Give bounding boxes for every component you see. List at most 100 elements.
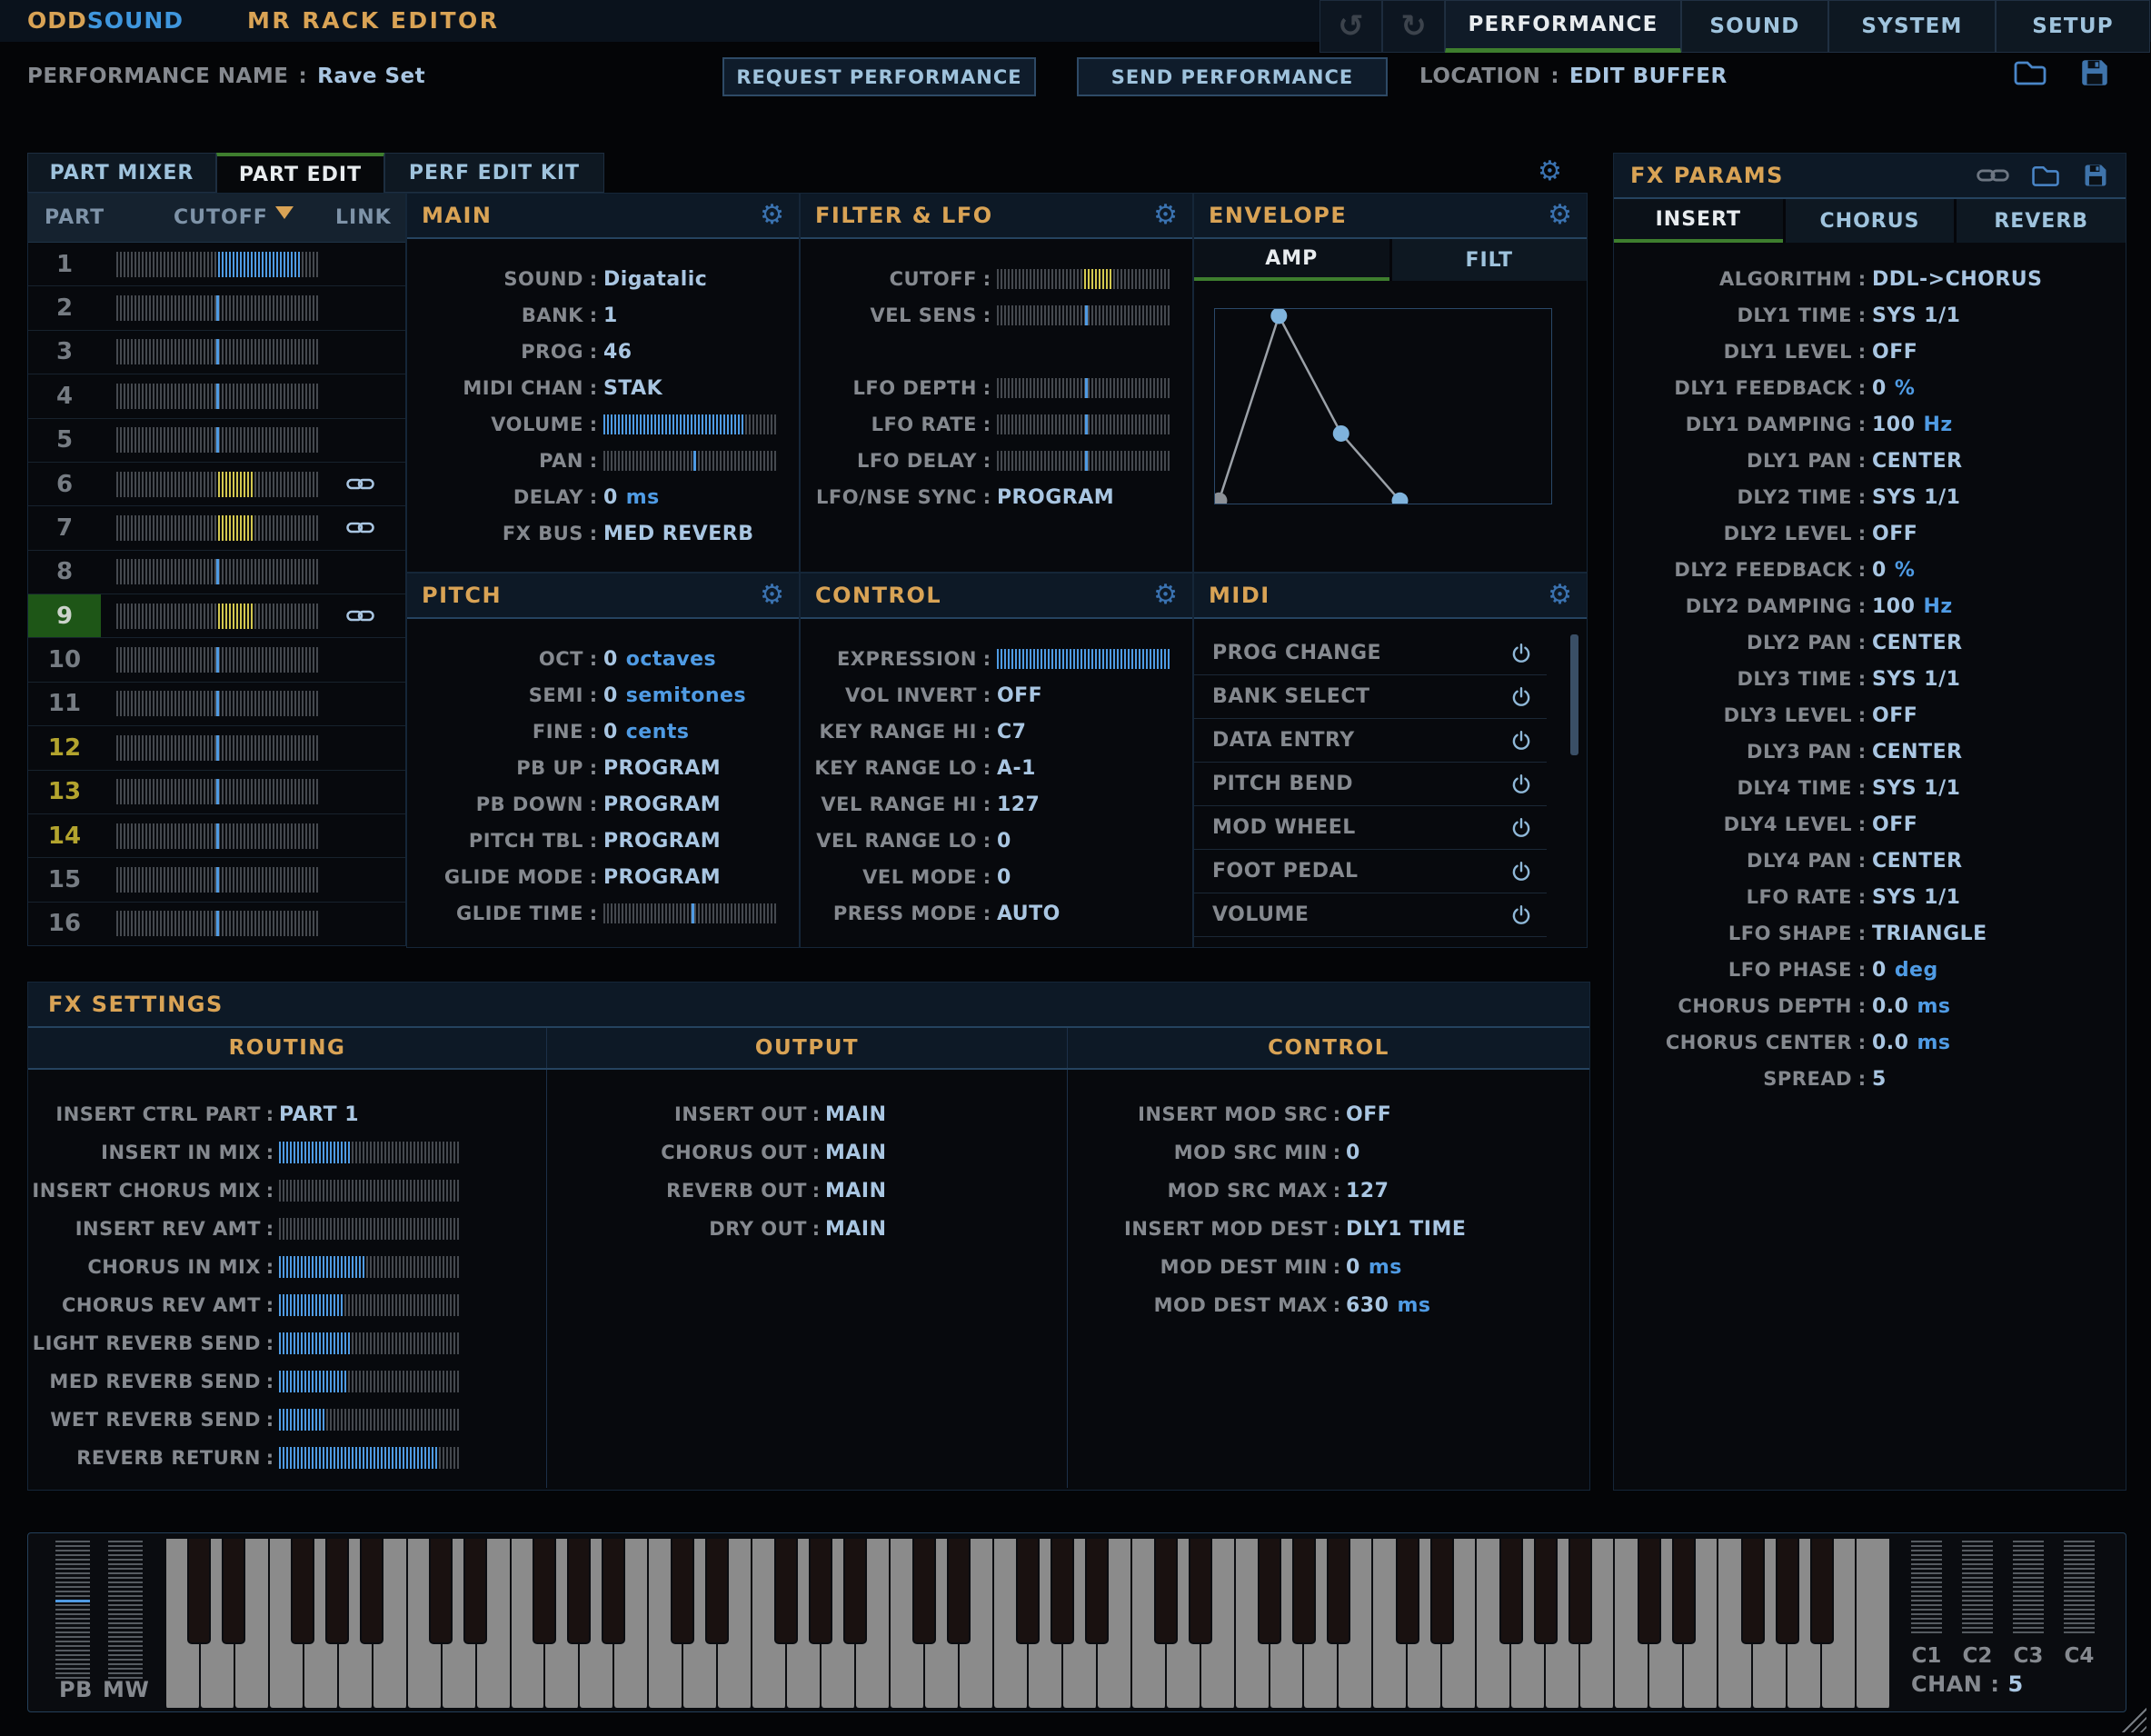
piano-key-black[interactable]	[1501, 1539, 1521, 1642]
part-row[interactable]: 9	[28, 594, 405, 639]
piano-key-black[interactable]	[811, 1539, 831, 1642]
param-value[interactable]: OFF	[1346, 1103, 1589, 1126]
open-performance-icon[interactable]	[2013, 58, 2047, 91]
piano-key-black[interactable]	[949, 1539, 969, 1642]
param-slider[interactable]	[602, 903, 776, 923]
piano-key-black[interactable]	[1812, 1539, 1832, 1642]
piano-key-black[interactable]	[293, 1539, 313, 1642]
piano-key-black[interactable]	[672, 1539, 692, 1642]
param-value[interactable]: PROGRAM	[603, 757, 799, 780]
column-header-cutoff[interactable]: CUTOFF	[174, 206, 268, 229]
fx-tab-chorus[interactable]: CHORUS	[1785, 199, 1955, 243]
envelope-point[interactable]	[1210, 492, 1228, 509]
link-icon[interactable]	[1977, 167, 2009, 184]
param-value[interactable]	[279, 1371, 546, 1392]
part-cutoff-slider[interactable]	[116, 295, 319, 322]
pitch-bend-wheel[interactable]	[55, 1541, 90, 1679]
envelope-point[interactable]	[1270, 307, 1288, 324]
piano-key-black[interactable]	[603, 1539, 623, 1642]
param-value[interactable]: OFF	[997, 684, 1192, 707]
piano-key-black[interactable]	[1743, 1539, 1763, 1642]
piano-key-black[interactable]	[707, 1539, 727, 1642]
param-value[interactable]: PROGRAM	[603, 793, 799, 816]
param-slider[interactable]	[279, 1447, 461, 1469]
part-cutoff-slider[interactable]	[116, 823, 319, 849]
param-value[interactable]: MAIN	[825, 1142, 1067, 1164]
piano-key-black[interactable]	[1398, 1539, 1418, 1642]
param-slider[interactable]	[602, 414, 776, 434]
param-value[interactable]: TRIANGLE	[1872, 923, 2126, 945]
floppy-icon[interactable]	[2082, 162, 2109, 189]
gear-icon[interactable]: ⚙	[1548, 582, 1572, 609]
part-row[interactable]: 3	[28, 331, 405, 375]
piano-key-black[interactable]	[914, 1539, 934, 1642]
piano-key-black[interactable]	[1778, 1539, 1797, 1642]
part-number[interactable]: 11	[28, 683, 101, 725]
param-value[interactable]: 630 ms	[1346, 1294, 1589, 1317]
part-row[interactable]: 10	[28, 638, 405, 683]
param-value[interactable]	[279, 1294, 546, 1316]
envelope-tab-amp[interactable]: AMP	[1194, 239, 1389, 281]
param-slider[interactable]	[279, 1142, 461, 1163]
piano-key-black[interactable]	[1432, 1539, 1452, 1642]
part-row[interactable]: 1	[28, 243, 405, 287]
control-wheel-ticks[interactable]	[1962, 1541, 1993, 1635]
control-wheel-ticks[interactable]	[1911, 1541, 1942, 1635]
param-value[interactable]: 0	[997, 866, 1192, 889]
piano-key-black[interactable]	[431, 1539, 451, 1642]
part-number[interactable]: 15	[28, 858, 101, 901]
part-number[interactable]: 2	[28, 286, 101, 329]
part-row[interactable]: 15	[28, 858, 405, 903]
param-value[interactable]: 100 Hz	[1872, 595, 2126, 618]
param-value[interactable]	[996, 649, 1192, 669]
param-value[interactable]: 0	[1346, 1142, 1589, 1164]
part-number[interactable]: 16	[28, 903, 101, 945]
param-value[interactable]: C7	[997, 721, 1192, 743]
piano-key-black[interactable]	[1156, 1539, 1176, 1642]
param-value[interactable]: DLY1 TIME	[1346, 1218, 1589, 1241]
fx-tab-reverb[interactable]: REVERB	[1957, 199, 2126, 243]
param-value[interactable]: OFF	[1872, 523, 2126, 545]
param-value[interactable]: CENTER	[1872, 850, 2126, 873]
piano-key-black[interactable]	[1052, 1539, 1072, 1642]
part-row[interactable]: 5	[28, 419, 405, 463]
param-slider[interactable]	[996, 305, 1170, 325]
midi-filter-item[interactable]: PITCH BEND	[1194, 763, 1547, 806]
request-performance-button[interactable]: REQUEST PERFORMANCE	[722, 57, 1036, 96]
param-value[interactable]: 127	[997, 793, 1192, 816]
part-row[interactable]: 12	[28, 726, 405, 771]
power-icon[interactable]	[1510, 730, 1532, 752]
redo-button[interactable]: ↻	[1382, 0, 1445, 53]
param-value[interactable]: 0 ms	[1346, 1256, 1589, 1279]
power-icon[interactable]	[1510, 861, 1532, 883]
param-value[interactable]	[279, 1332, 546, 1354]
gear-icon[interactable]: ⚙	[1153, 582, 1178, 609]
power-icon[interactable]	[1510, 686, 1532, 708]
param-value[interactable]	[279, 1409, 546, 1431]
part-number[interactable]: 10	[28, 638, 101, 681]
param-value[interactable]	[279, 1218, 546, 1240]
part-cutoff-slider[interactable]	[116, 779, 319, 805]
part-row[interactable]: 8	[28, 551, 405, 594]
param-value[interactable]: OFF	[1872, 341, 2126, 364]
param-slider[interactable]	[996, 414, 1170, 434]
param-value[interactable]: OFF	[1872, 813, 2126, 836]
column-header-part[interactable]: PART	[45, 206, 105, 229]
param-value[interactable]: SYS 1/1	[1872, 486, 2126, 509]
param-value[interactable]: 0 semitones	[603, 684, 799, 707]
piano-key-black[interactable]	[1329, 1539, 1349, 1642]
param-value[interactable]: MED REVERB	[603, 523, 799, 545]
part-cutoff-slider[interactable]	[116, 691, 319, 717]
param-value[interactable]: 5	[1872, 1068, 2126, 1091]
piano-key-black[interactable]	[1570, 1539, 1590, 1642]
param-slider[interactable]	[279, 1294, 461, 1316]
power-icon[interactable]	[1510, 904, 1532, 926]
envelope-graph[interactable]	[1210, 307, 1552, 509]
param-value[interactable]: Digatalic	[603, 268, 799, 291]
piano-key-black[interactable]	[1674, 1539, 1694, 1642]
param-value[interactable]: AUTO	[997, 903, 1192, 925]
piano-key-black[interactable]	[189, 1539, 209, 1642]
piano-key-black[interactable]	[845, 1539, 865, 1642]
param-value[interactable]: 0 octaves	[603, 648, 799, 671]
part-number[interactable]: 12	[28, 726, 101, 769]
